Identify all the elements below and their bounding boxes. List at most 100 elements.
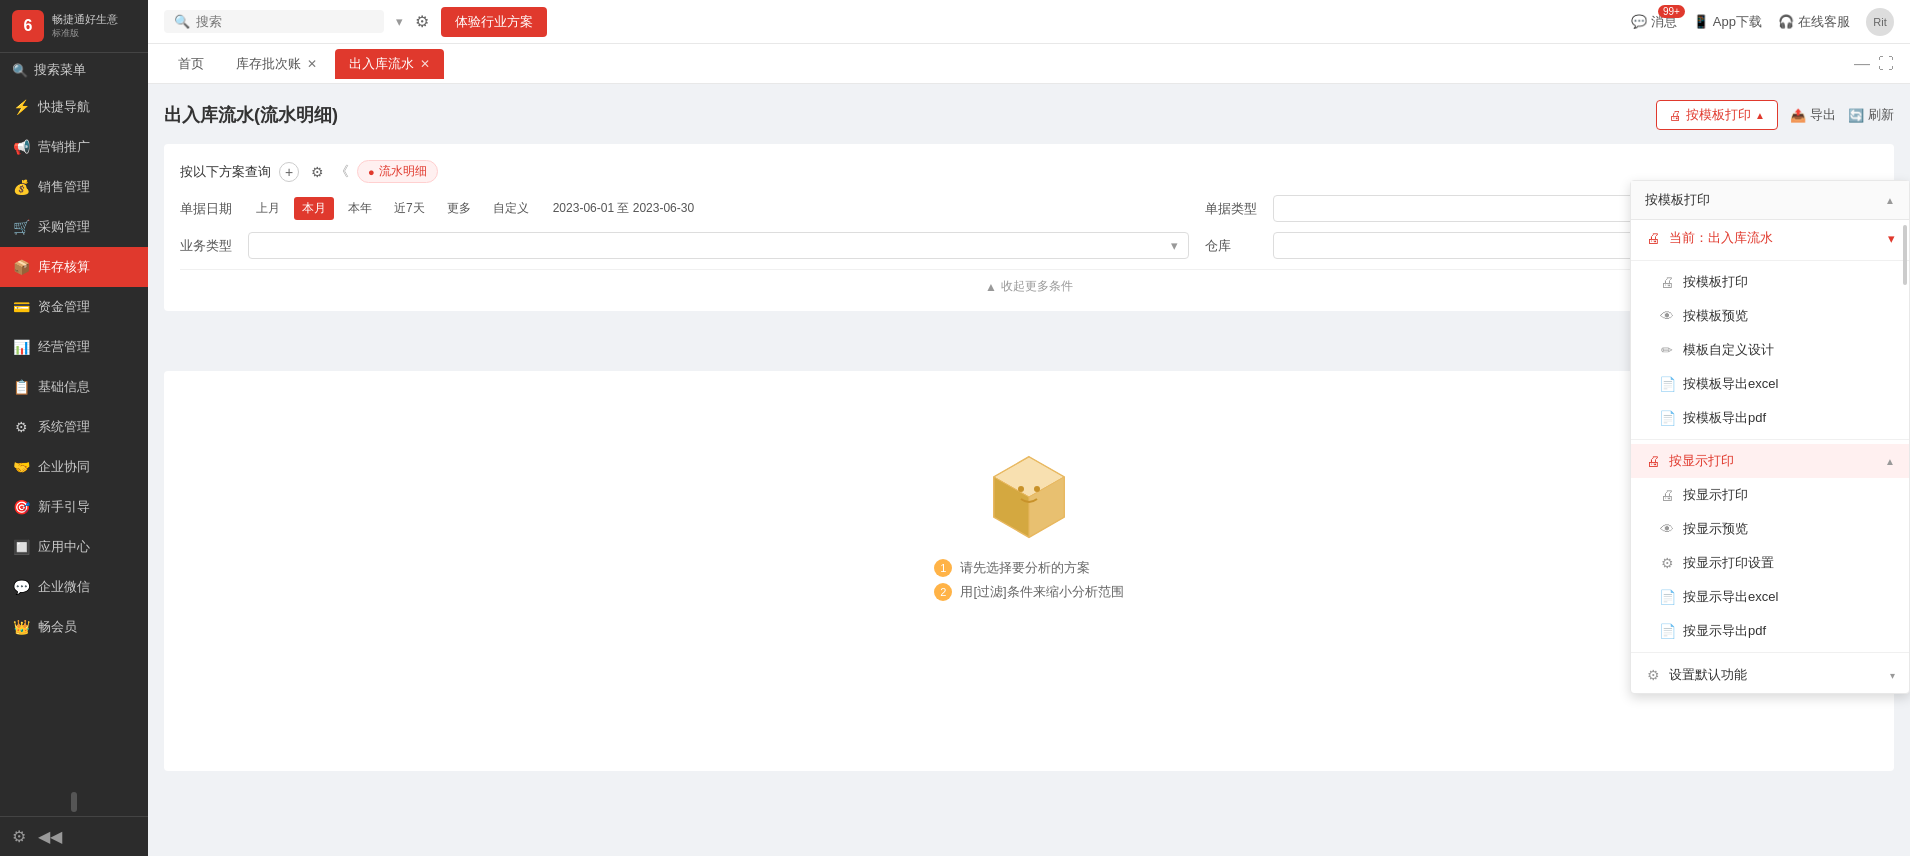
sidebar-item-marketing[interactable]: 📢 营销推广 [0, 127, 148, 167]
svg-point-4 [1018, 486, 1024, 492]
template-print-icon: 🖨 [1659, 274, 1675, 290]
tab-home[interactable]: 首页 [164, 49, 218, 79]
step-1-number: 1 [934, 559, 952, 577]
dropdown-scrollbar[interactable] [1903, 221, 1907, 693]
dropdown-set-default[interactable]: ⚙ 设置默认功能 ▾ [1631, 657, 1909, 693]
sidebar-logo: 6 畅捷通好生意 标准版 [0, 0, 148, 53]
sidebar-item-inventory[interactable]: 📦 库存核算 [0, 247, 148, 287]
dropdown-divider-1 [1631, 260, 1909, 261]
page-actions: 🖨 按模板打印 ▲ 📤 导出 🔄 刷新 [1656, 100, 1894, 130]
export-button[interactable]: 📤 导出 [1790, 106, 1836, 124]
refresh-icon: 🔄 [1848, 108, 1864, 123]
sidebar-collapse-icon[interactable]: ◀◀ [38, 827, 62, 846]
sidebar-item-member[interactable]: 👑 畅会员 [0, 607, 148, 647]
tab-flow-close-icon[interactable]: ✕ [420, 57, 430, 71]
sidebar-item-system[interactable]: ⚙ 系统管理 [0, 407, 148, 447]
sidebar-nav: ⚡ 快捷导航 📢 营销推广 💰 销售管理 🛒 采购管理 📦 库存核算 💳 [0, 87, 148, 788]
sidebar-item-finance[interactable]: 💳 资金管理 [0, 287, 148, 327]
filter-collapse-icon[interactable]: 《 [335, 163, 349, 181]
search-icon: 🔍 [12, 63, 28, 78]
template-preview-icon: 👁 [1659, 308, 1675, 324]
date-field-label: 单据日期 [180, 200, 240, 218]
apps-icon: 🔲 [12, 538, 30, 556]
enterprise-icon: 🤝 [12, 458, 30, 476]
date-option-more[interactable]: 更多 [439, 197, 479, 220]
tab-flow-label: 出入库流水 [349, 55, 414, 73]
date-option-this-month[interactable]: 本月 [294, 197, 334, 220]
print-template-button[interactable]: 🖨 按模板打印 ▲ [1656, 100, 1778, 130]
dropdown-template-custom[interactable]: ✏ 模板自定义设计 [1631, 333, 1909, 367]
filter-row-2: 业务类型 ▾ 仓库 ··· [180, 232, 1878, 259]
dropdown-display-excel[interactable]: 📄 按显示导出excel [1631, 580, 1909, 614]
wechat-icon: 💬 [12, 578, 30, 596]
template-excel-icon: 📄 [1659, 376, 1675, 392]
date-option-last-month[interactable]: 上月 [248, 197, 288, 220]
topbar-search-input[interactable] [196, 14, 336, 29]
topbar-search-icon: 🔍 [174, 14, 190, 29]
empty-step-1: 1 请先选择要分析的方案 [934, 559, 1123, 577]
tab-batch-close-icon[interactable]: ✕ [307, 57, 317, 71]
dropdown-display-section[interactable]: 🖨 按显示打印 ▲ [1631, 444, 1909, 478]
display-preview-icon: 👁 [1659, 521, 1675, 537]
tab-expand-icon[interactable]: ⛶ [1878, 55, 1894, 73]
sidebar-item-basic[interactable]: 📋 基础信息 [0, 367, 148, 407]
dropdown-template-pdf[interactable]: 📄 按模板导出pdf [1631, 401, 1909, 435]
chevron-up-icon: ▲ [1755, 110, 1765, 121]
step-2-label: 用[过滤]条件来缩小分析范围 [960, 583, 1123, 601]
tab-batch[interactable]: 库存批次账 ✕ [222, 49, 331, 79]
dropdown-display-print[interactable]: 🖨 按显示打印 [1631, 478, 1909, 512]
sidebar-item-purchase[interactable]: 🛒 采购管理 [0, 207, 148, 247]
date-option-7days[interactable]: 近7天 [386, 197, 433, 220]
sidebar-item-guide[interactable]: 🎯 新手引导 [0, 487, 148, 527]
dropdown-template-preview[interactable]: 👁 按模板预览 [1631, 299, 1909, 333]
filter-settings-button[interactable]: ⚙ [307, 162, 327, 182]
date-option-custom[interactable]: 自定义 [485, 197, 537, 220]
topbar-gear-icon[interactable]: ⚙ [415, 12, 429, 31]
purchase-icon: 🛒 [12, 218, 30, 236]
sidebar-item-label: 资金管理 [38, 298, 90, 316]
sidebar-item-sales[interactable]: 💰 销售管理 [0, 167, 148, 207]
app-download-label: App下载 [1713, 13, 1762, 31]
filter-add-button[interactable]: + [279, 162, 299, 182]
topbar-message[interactable]: 💬 消息 99+ [1631, 13, 1677, 31]
sidebar-search[interactable]: 🔍 搜索菜单 [0, 53, 148, 87]
topbar-search-box[interactable]: 🔍 [164, 10, 384, 33]
topbar-dropdown-arrow[interactable]: ▾ [396, 14, 403, 29]
dropdown-display-settings[interactable]: ⚙ 按显示打印设置 [1631, 546, 1909, 580]
sidebar-settings-icon[interactable]: ⚙ [12, 827, 26, 846]
refresh-button[interactable]: 🔄 刷新 [1848, 106, 1894, 124]
sidebar-item-operation[interactable]: 📊 经营管理 [0, 327, 148, 367]
dropdown-template-print[interactable]: 🖨 按模板打印 [1631, 265, 1909, 299]
sidebar-item-apps[interactable]: 🔲 应用中心 [0, 527, 148, 567]
dropdown-template-excel[interactable]: 📄 按模板导出excel [1631, 367, 1909, 401]
dropdown-display-preview[interactable]: 👁 按显示预览 [1631, 512, 1909, 546]
tabs-bar: 首页 库存批次账 ✕ 出入库流水 ✕ — ⛶ [148, 44, 1910, 84]
filter-tag: ● 流水明细 [357, 160, 438, 183]
collapse-more-conditions[interactable]: ▲ 收起更多条件 [180, 269, 1878, 295]
date-option-this-year[interactable]: 本年 [340, 197, 380, 220]
topbar-app-download[interactable]: 📱 App下载 [1693, 13, 1762, 31]
sidebar-item-enterprise[interactable]: 🤝 企业协同 [0, 447, 148, 487]
dropdown-divider-2 [1631, 439, 1909, 440]
finance-icon: 💳 [12, 298, 30, 316]
tab-flow[interactable]: 出入库流水 ✕ [335, 49, 444, 79]
print-label: 按模板打印 [1686, 106, 1751, 124]
empty-state: 1 请先选择要分析的方案 2 用[过滤]条件来缩小分析范围 [180, 387, 1878, 661]
display-pdf-icon: 📄 [1659, 623, 1675, 639]
dropdown-current-item[interactable]: 🖨 当前：出入库流水 ▾ [1631, 220, 1909, 256]
topbar-avatar[interactable]: Rit [1866, 8, 1894, 36]
topbar-online-service[interactable]: 🎧 在线客服 [1778, 13, 1850, 31]
biz-type-select[interactable]: ▾ [248, 232, 1189, 259]
chevron-up-icon: ▲ [985, 280, 997, 294]
user-name: Rit [1873, 16, 1886, 28]
tab-minimize-icon[interactable]: — [1854, 55, 1870, 73]
display-section-label: 按显示打印 [1669, 452, 1734, 470]
sidebar-search-label: 搜索菜单 [34, 61, 86, 79]
sidebar-item-wechat[interactable]: 💬 企业微信 [0, 567, 148, 607]
dropdown-display-pdf[interactable]: 📄 按显示导出pdf [1631, 614, 1909, 648]
filter-row-1: 单据日期 上月 本月 本年 近7天 更多 自定义 2023-06-01 至 20… [180, 195, 1878, 222]
sidebar-item-quick-nav[interactable]: ⚡ 快捷导航 [0, 87, 148, 127]
export-icon: 📤 [1790, 108, 1806, 123]
step-1-label: 请先选择要分析的方案 [960, 559, 1090, 577]
topbar-trial-button[interactable]: 体验行业方案 [441, 7, 547, 37]
